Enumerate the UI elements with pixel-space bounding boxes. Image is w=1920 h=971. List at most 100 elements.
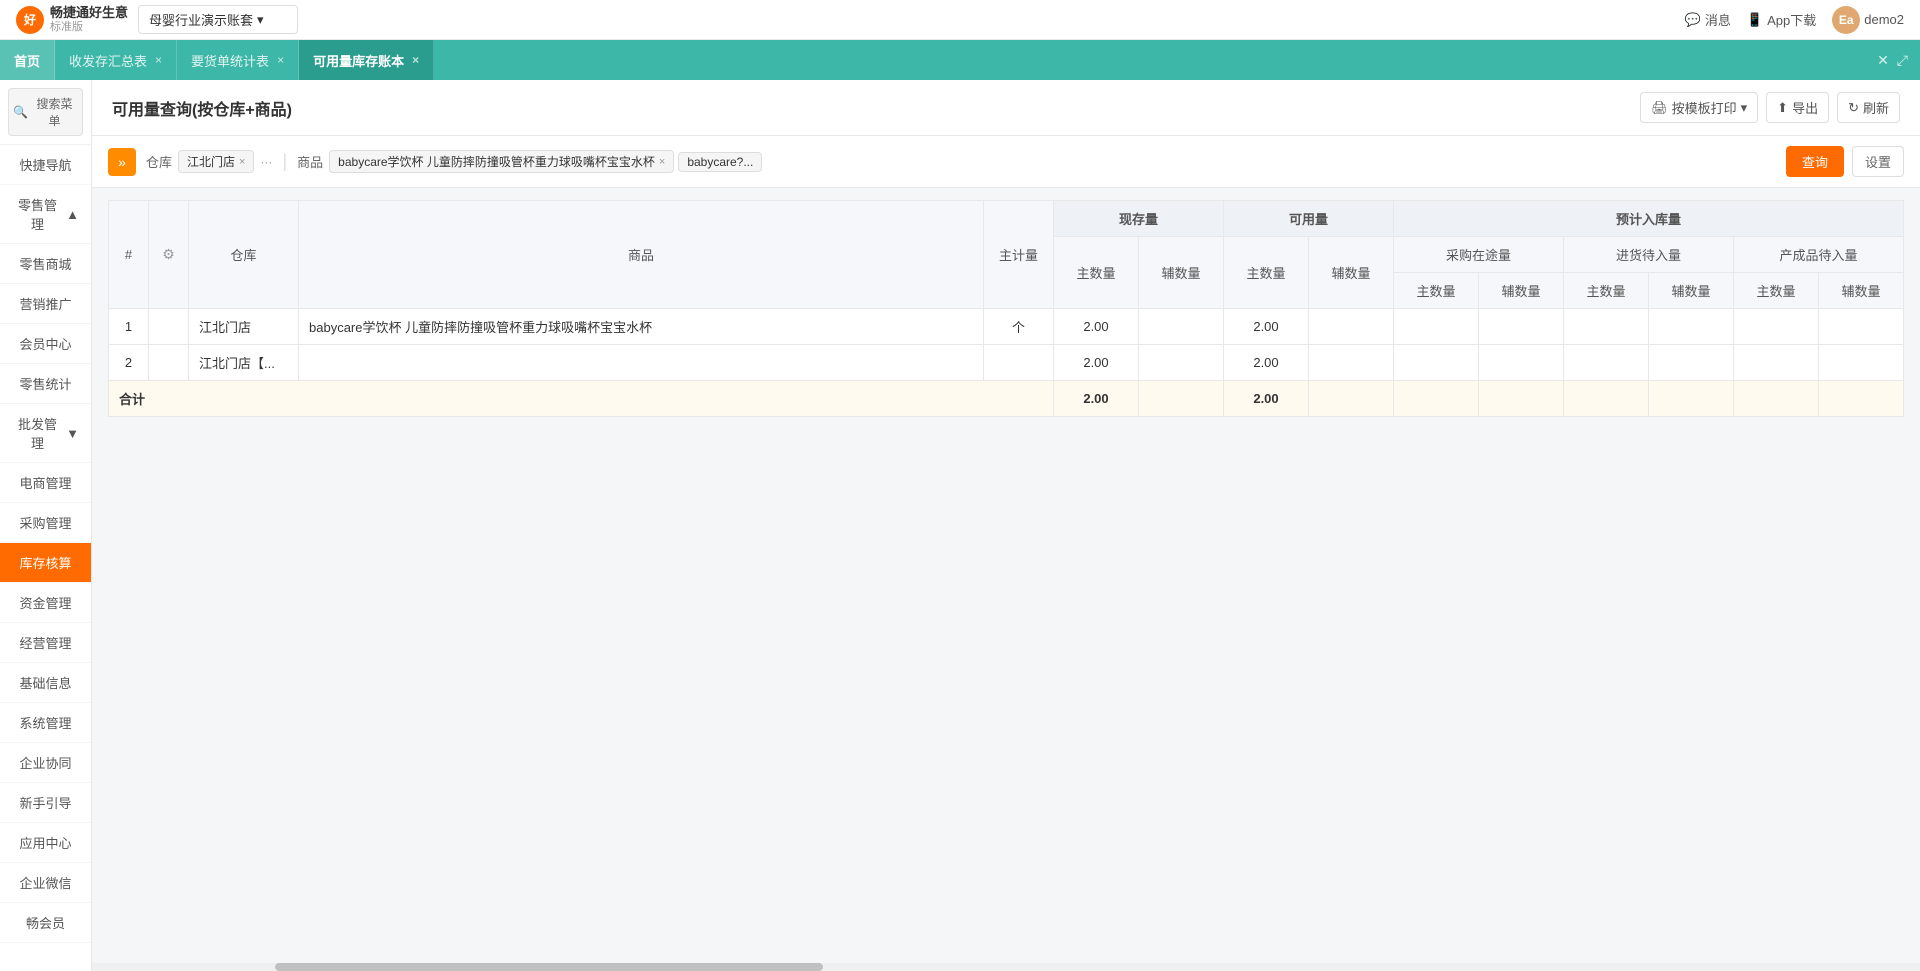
cell-purchase-aux-2 xyxy=(1479,345,1564,381)
main-layout: 🔍 搜索菜单 快捷导航 零售管理 ▲ 零售商城 营销推广 会员中心 零售统计 批… xyxy=(0,80,1920,971)
close-window-button[interactable]: ✕ xyxy=(1877,52,1889,69)
cell-incoming-aux-1 xyxy=(1649,309,1734,345)
sidebar-item-retail-mall[interactable]: 零售商城 xyxy=(0,244,91,284)
app-download-button[interactable]: 📱 App下载 xyxy=(1747,10,1816,29)
export-icon: ⬆ xyxy=(1777,100,1788,116)
tab-receive-summary[interactable]: 收发存汇总表 × xyxy=(55,40,177,80)
footer-purchase-main xyxy=(1394,381,1479,417)
tab-home[interactable]: 首页 xyxy=(0,40,55,80)
sidebar-item-purchase-mgmt[interactable]: 采购管理 xyxy=(0,503,91,543)
scroll-thumb[interactable] xyxy=(275,963,823,971)
sidebar-item-marketing[interactable]: 营销推广 xyxy=(0,284,91,324)
export-button[interactable]: ⬆ 导出 xyxy=(1766,92,1829,123)
sidebar-item-system-mgmt[interactable]: 系统管理 xyxy=(0,703,91,743)
cell-stock-main-1: 2.00 xyxy=(1054,309,1139,345)
sidebar-item-ecommerce[interactable]: 电商管理 xyxy=(0,463,91,503)
sidebar-item-basic-info[interactable]: 基础信息 xyxy=(0,663,91,703)
cell-production-aux-1 xyxy=(1819,309,1904,345)
tab-close-available-stock[interactable]: × xyxy=(412,53,419,67)
sidebar-item-retail-stats[interactable]: 零售统计 xyxy=(0,364,91,404)
tab-order-stats[interactable]: 要货单统计表 × xyxy=(177,40,299,80)
download-icon: 📱 xyxy=(1747,12,1763,28)
chevron-icon: ▲ xyxy=(66,207,79,222)
col-stock-aux: 辅数量 xyxy=(1139,237,1224,309)
print-button[interactable]: 🖨 按模板打印 ▾ xyxy=(1640,92,1758,123)
sidebar-item-operations-mgmt[interactable]: 经营管理 xyxy=(0,623,91,663)
cell-incoming-aux-2 xyxy=(1649,345,1734,381)
product-tag-0[interactable]: babycare学饮杯 儿童防摔防撞吸管杯重力球吸嘴杯宝宝水杯 × xyxy=(329,150,674,173)
user-profile[interactable]: Ea demo2 xyxy=(1832,6,1904,34)
col-main-unit: 主计量 xyxy=(984,201,1054,309)
expand-filter-button[interactable]: » xyxy=(108,148,136,176)
tab-available-stock[interactable]: 可用量库存账本 × xyxy=(299,40,434,80)
warehouse-more[interactable]: ··· xyxy=(260,155,272,169)
industry-selector[interactable]: 母婴行业演示账套 ▾ xyxy=(138,5,298,34)
search-icon: 🔍 xyxy=(13,105,28,119)
cell-num-2: 2 xyxy=(109,345,149,381)
cell-product-1: babycare学饮杯 儿童防摔防撞吸管杯重力球吸嘴杯宝宝水杯 xyxy=(299,309,984,345)
toolbar: 🖨 按模板打印 ▾ ⬆ 导出 ↻ 刷新 xyxy=(1640,92,1900,123)
cell-warehouse-2: 江北门店【... xyxy=(189,345,299,381)
warehouse-label: 仓库 xyxy=(146,152,172,171)
cell-avail-main-1: 2.00 xyxy=(1224,309,1309,345)
sidebar-item-quick-nav[interactable]: 快捷导航 xyxy=(0,145,91,185)
cell-avail-aux-2 xyxy=(1309,345,1394,381)
query-button[interactable]: 查询 xyxy=(1786,146,1844,177)
avatar: Ea xyxy=(1832,6,1860,34)
refresh-button[interactable]: ↻ 刷新 xyxy=(1837,92,1900,123)
sidebar-item-member-center[interactable]: 会员中心 xyxy=(0,324,91,364)
horizontal-scrollbar[interactable] xyxy=(92,963,1920,971)
sidebar-item-new-guide[interactable]: 新手引导 xyxy=(0,783,91,823)
filter-divider: | xyxy=(282,151,287,172)
maximize-window-button[interactable]: ⤢ xyxy=(1897,52,1908,69)
sidebar-item-inventory-check[interactable]: 库存核算 xyxy=(0,543,91,583)
sidebar-item-wholesale-mgmt[interactable]: 批发管理 ▼ xyxy=(0,404,91,463)
sidebar-item-finance-mgmt[interactable]: 资金管理 xyxy=(0,583,91,623)
sidebar-item-retail-mgmt[interactable]: 零售管理 ▲ xyxy=(0,185,91,244)
filter-actions: 查询 设置 xyxy=(1786,146,1904,177)
cell-stock-aux-1 xyxy=(1139,309,1224,345)
tab-close-order-stats[interactable]: × xyxy=(277,53,284,67)
cell-stock-aux-2 xyxy=(1139,345,1224,381)
tab-bar: 首页 收发存汇总表 × 要货单统计表 × 可用量库存账本 × ✕ ⤢ xyxy=(0,40,1920,80)
col-incoming-main: 主数量 xyxy=(1564,273,1649,309)
tab-close-receive-summary[interactable]: × xyxy=(155,53,162,67)
col-forecast-group: 预计入库量 xyxy=(1394,201,1904,237)
col-incoming: 进货待入量 xyxy=(1564,237,1734,273)
cell-product-2 xyxy=(299,345,984,381)
setting-button[interactable]: 设置 xyxy=(1852,146,1904,177)
page-title: 可用量查询(按仓库+商品) xyxy=(112,96,292,120)
col-production-main: 主数量 xyxy=(1734,273,1819,309)
col-warehouse: 仓库 xyxy=(189,201,299,309)
message-button[interactable]: 💬 消息 xyxy=(1685,10,1731,29)
cell-settings-2 xyxy=(149,345,189,381)
col-production-incoming: 产成品待入量 xyxy=(1734,237,1904,273)
total-row: 合计 2.00 2.00 xyxy=(109,381,1904,417)
footer-production-aux xyxy=(1819,381,1904,417)
sidebar-item-app-center[interactable]: 应用中心 xyxy=(0,823,91,863)
footer-incoming-main xyxy=(1564,381,1649,417)
remove-product-tag-0[interactable]: × xyxy=(659,156,665,168)
logo-icon: 好 xyxy=(16,6,44,34)
search-menu-button[interactable]: 🔍 搜索菜单 xyxy=(8,88,83,136)
refresh-icon: ↻ xyxy=(1848,100,1859,116)
sidebar-item-vip-member[interactable]: 畅会员 xyxy=(0,903,91,943)
col-rownum: # xyxy=(109,201,149,309)
sidebar-search-area: 🔍 搜索菜单 xyxy=(0,80,91,145)
col-settings[interactable]: ⚙ xyxy=(149,201,189,309)
top-bar: 好 畅捷通好生意 标准版 母婴行业演示账套 ▾ 💬 消息 📱 App下载 Ea … xyxy=(0,0,1920,40)
warehouse-tag-0[interactable]: 江北门店 × xyxy=(178,150,254,173)
sidebar-item-enterprise-collab[interactable]: 企业协同 xyxy=(0,743,91,783)
col-purchase-transit: 采购在途量 xyxy=(1394,237,1564,273)
logo-text: 畅捷通好生意 标准版 xyxy=(50,5,128,34)
col-stock-group: 现存量 xyxy=(1054,201,1224,237)
sidebar: 🔍 搜索菜单 快捷导航 零售管理 ▲ 零售商城 营销推广 会员中心 零售统计 批… xyxy=(0,80,92,971)
sidebar-item-enterprise-wechat[interactable]: 企业微信 xyxy=(0,863,91,903)
product-tag-1[interactable]: babycare?... xyxy=(678,152,762,172)
cell-warehouse-1: 江北门店 xyxy=(189,309,299,345)
cell-incoming-main-2 xyxy=(1564,345,1649,381)
product-filter-group: 商品 babycare学饮杯 儿童防摔防撞吸管杯重力球吸嘴杯宝宝水杯 × bab… xyxy=(297,150,762,173)
col-avail-main: 主数量 xyxy=(1224,237,1309,309)
footer-avail-main: 2.00 xyxy=(1224,381,1309,417)
remove-warehouse-tag[interactable]: × xyxy=(239,156,245,168)
